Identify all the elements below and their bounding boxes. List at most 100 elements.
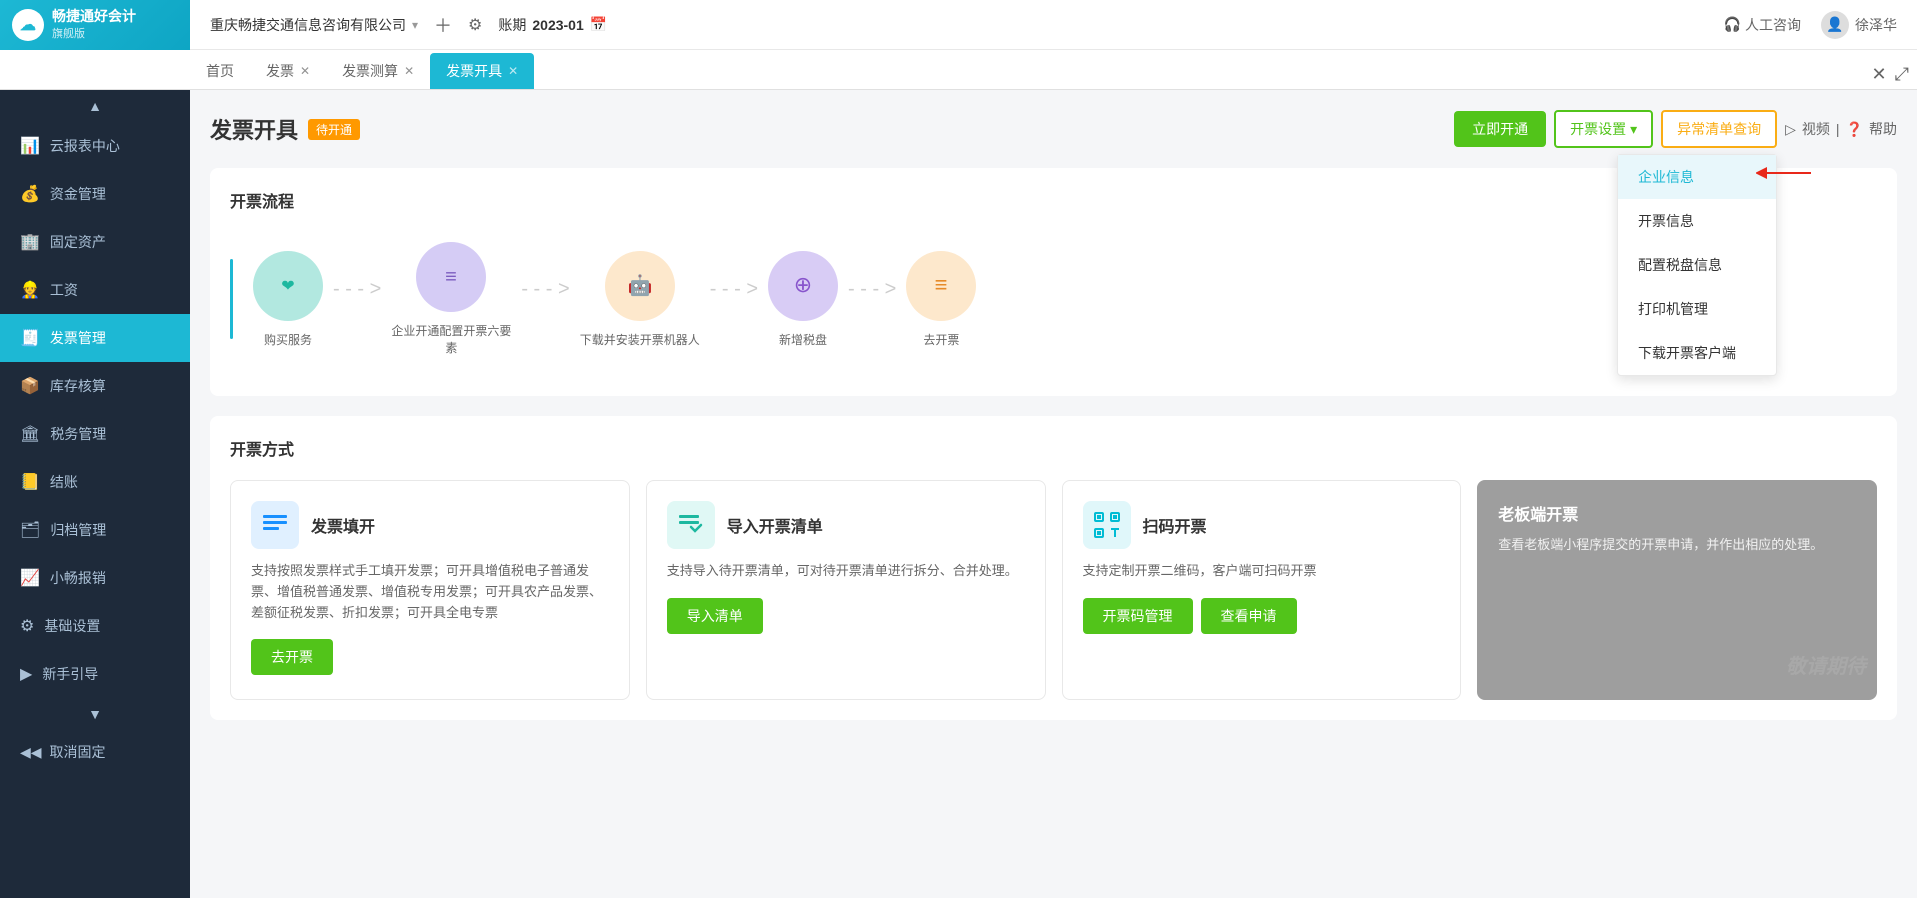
period-label: 账期 bbox=[498, 15, 526, 35]
tab-calculate-close[interactable]: ✕ bbox=[404, 64, 414, 78]
tab-calculate[interactable]: 发票测算 ✕ bbox=[326, 53, 430, 89]
sidebar-label-archive: 归档管理 bbox=[50, 520, 106, 540]
invoice-icon: 🧾 bbox=[20, 328, 40, 348]
method-section: 开票方式 发票填开 支持按照发票样式手工填开发票；可开具增值税电子普通发票、增值… bbox=[210, 416, 1897, 720]
boss-title: 老板端开票 bbox=[1498, 501, 1856, 525]
sidebar-item-archive[interactable]: 🗂 归档管理 bbox=[0, 506, 190, 554]
sidebar-item-expense[interactable]: 📈 小畅报销 bbox=[0, 554, 190, 602]
help-label[interactable]: 帮助 bbox=[1869, 119, 1897, 139]
consult-label: 人工咨询 bbox=[1745, 15, 1801, 35]
method-card-import: 导入开票清单 支持导入待开票清单，可对待开票清单进行拆分、合并处理。 导入清单 bbox=[646, 480, 1046, 700]
user-name: 徐泽华 bbox=[1855, 15, 1897, 35]
guide-icon: ▶ bbox=[20, 664, 32, 684]
flow-label-5: 去开票 bbox=[923, 331, 959, 348]
view-apply-button[interactable]: 查看申请 bbox=[1201, 598, 1297, 634]
flow-icon-1: ❤ bbox=[253, 251, 323, 321]
flow-step-4: ⊕ 新增税盘 bbox=[768, 251, 838, 348]
exception-button[interactable]: 异常清单查询 bbox=[1661, 110, 1777, 148]
assets-icon: 🏢 bbox=[20, 232, 40, 252]
fill-go-button[interactable]: 去开票 bbox=[251, 639, 333, 675]
tab-bar: 首页 发票 ✕ 发票测算 ✕ 发票开具 ✕ ✕ ⤢ bbox=[0, 50, 1917, 90]
funds-icon: 💰 bbox=[20, 184, 40, 204]
sidebar-label-funds: 资金管理 bbox=[50, 184, 106, 204]
sidebar-label-salary: 工资 bbox=[50, 280, 78, 300]
maximize-icon[interactable]: ⤢ bbox=[1895, 64, 1909, 85]
settings-dropdown-button[interactable]: 开票设置 ▾ bbox=[1554, 110, 1653, 148]
sidebar-item-reports[interactable]: 📊 云报表中心 bbox=[0, 122, 190, 170]
tab-calculate-label: 发票测算 bbox=[342, 61, 398, 81]
sidebar-item-funds[interactable]: 💰 资金管理 bbox=[0, 170, 190, 218]
company-selector[interactable]: 重庆畅捷交通信息咨询有限公司 ▾ bbox=[210, 15, 418, 35]
sidebar-item-guide[interactable]: ▶ 新手引导 bbox=[0, 650, 190, 698]
dropdown-item-company[interactable]: 企业信息 bbox=[1618, 155, 1776, 199]
company-name: 重庆畅捷交通信息咨询有限公司 bbox=[210, 15, 406, 35]
tab-issue-close[interactable]: ✕ bbox=[508, 64, 518, 78]
svg-text:≡: ≡ bbox=[446, 266, 458, 288]
scan-title: 扫码开票 bbox=[1143, 513, 1207, 537]
headset-icon: 🎧 bbox=[1724, 16, 1741, 33]
main-layout: ▲ 📊 云报表中心 💰 资金管理 🏢 固定资产 👷 工资 🧾 发票管理 📦 库存… bbox=[0, 90, 1917, 898]
sidebar-item-close[interactable]: 📒 结账 bbox=[0, 458, 190, 506]
dropdown-item-printer[interactable]: 打印机管理 bbox=[1618, 287, 1776, 331]
tab-home[interactable]: 首页 bbox=[190, 53, 250, 89]
boss-watermark: 敬请期待 bbox=[1786, 650, 1866, 679]
dropdown-label-download: 下载开票客户端 bbox=[1638, 345, 1736, 361]
sidebar: ▲ 📊 云报表中心 💰 资金管理 🏢 固定资产 👷 工资 🧾 发票管理 📦 库存… bbox=[0, 90, 190, 898]
sidebar-label-guide: 新手引导 bbox=[42, 664, 98, 684]
sidebar-item-tax[interactable]: 🏛 税务管理 bbox=[0, 410, 190, 458]
sidebar-unpin[interactable]: ◀◀ 取消固定 bbox=[0, 730, 190, 774]
flow-arrow-1: - - - > bbox=[323, 278, 391, 301]
sidebar-item-settings[interactable]: ⚙ 基础设置 bbox=[0, 602, 190, 650]
add-button[interactable]: ＋ bbox=[434, 12, 452, 38]
content-area: 发票开具 待开通 立即开通 开票设置 ▾ 异常清单查询 ▷ 视频 | ❓ 帮助 bbox=[190, 90, 1917, 898]
close-icon: 📒 bbox=[20, 472, 40, 492]
user-info[interactable]: 👤 徐泽华 bbox=[1821, 11, 1897, 39]
logo-sub: 旗舰版 bbox=[52, 25, 136, 41]
import-button[interactable]: 导入清单 bbox=[667, 598, 763, 634]
qr-manage-button[interactable]: 开票码管理 bbox=[1083, 598, 1193, 634]
svg-text:≡: ≡ bbox=[935, 272, 948, 297]
tab-invoice-close[interactable]: ✕ bbox=[300, 64, 310, 78]
basic-settings-icon: ⚙ bbox=[20, 616, 34, 636]
sidebar-scroll-down[interactable]: ▼ bbox=[0, 698, 190, 730]
flow-icon-4: ⊕ bbox=[768, 251, 838, 321]
consult-button[interactable]: 🎧 人工咨询 bbox=[1724, 15, 1801, 35]
flow-label-1: 购买服务 bbox=[264, 331, 312, 348]
dropdown-item-invoice-info[interactable]: 开票信息 bbox=[1618, 199, 1776, 243]
top-actions: ＋ ⚙ bbox=[426, 12, 490, 38]
sidebar-item-salary[interactable]: 👷 工资 bbox=[0, 266, 190, 314]
page-header: 发票开具 待开通 立即开通 开票设置 ▾ 异常清单查询 ▷ 视频 | ❓ 帮助 bbox=[210, 110, 1897, 148]
dropdown-label-invoice-info: 开票信息 bbox=[1638, 213, 1694, 229]
boss-overlay: 老板端开票 查看老板端小程序提交的开票申请，并作出相应的处理。 bbox=[1498, 501, 1856, 556]
import-desc: 支持导入待开票清单，可对待开票清单进行拆分、合并处理。 bbox=[667, 561, 1025, 582]
svg-text:❤: ❤ bbox=[281, 278, 294, 295]
flow-label-3: 下载并安装开票机器人 bbox=[580, 331, 700, 348]
tab-invoice[interactable]: 发票 ✕ bbox=[250, 53, 326, 89]
fill-desc: 支持按照发票样式手工填开发票；可开具增值税电子普通发票、增值税普通发票、增值税专… bbox=[251, 561, 609, 623]
question-icon: ❓ bbox=[1846, 121, 1863, 138]
video-label[interactable]: 视频 bbox=[1802, 119, 1830, 139]
dropdown-label-tax-disk: 配置税盘信息 bbox=[1638, 257, 1722, 273]
logo-text: 畅捷通好会计 bbox=[52, 8, 136, 25]
avatar: 👤 bbox=[1821, 11, 1849, 39]
import-title: 导入开票清单 bbox=[727, 513, 823, 537]
close-window-icon[interactable]: ✕ bbox=[1872, 64, 1887, 85]
calendar-icon[interactable]: 📅 bbox=[590, 16, 607, 33]
chevron-down-icon: ▾ bbox=[412, 18, 418, 32]
boss-desc: 查看老板端小程序提交的开票申请，并作出相应的处理。 bbox=[1498, 535, 1856, 556]
tab-issue[interactable]: 发票开具 ✕ bbox=[430, 53, 534, 89]
unpin-label: 取消固定 bbox=[50, 742, 106, 762]
sidebar-item-invoice[interactable]: 🧾 发票管理 bbox=[0, 314, 190, 362]
flow-icon-2: ≡ bbox=[416, 242, 486, 312]
sidebar-scroll-up[interactable]: ▲ bbox=[0, 90, 190, 122]
dropdown-item-tax-disk[interactable]: 配置税盘信息 bbox=[1618, 243, 1776, 287]
top-bar: ☁ 畅捷通好会计 旗舰版 重庆畅捷交通信息咨询有限公司 ▾ ＋ ⚙ 账期 202… bbox=[0, 0, 1917, 50]
settings-icon[interactable]: ⚙ bbox=[468, 15, 482, 35]
activate-button[interactable]: 立即开通 bbox=[1454, 111, 1546, 147]
flow-step-1: ❤ 购买服务 bbox=[253, 251, 323, 348]
sidebar-item-inventory[interactable]: 📦 库存核算 bbox=[0, 362, 190, 410]
sidebar-item-assets[interactable]: 🏢 固定资产 bbox=[0, 218, 190, 266]
tab-home-label: 首页 bbox=[206, 61, 234, 81]
period-info: 账期 2023-01 📅 bbox=[498, 15, 607, 35]
dropdown-item-download[interactable]: 下载开票客户端 bbox=[1618, 331, 1776, 375]
